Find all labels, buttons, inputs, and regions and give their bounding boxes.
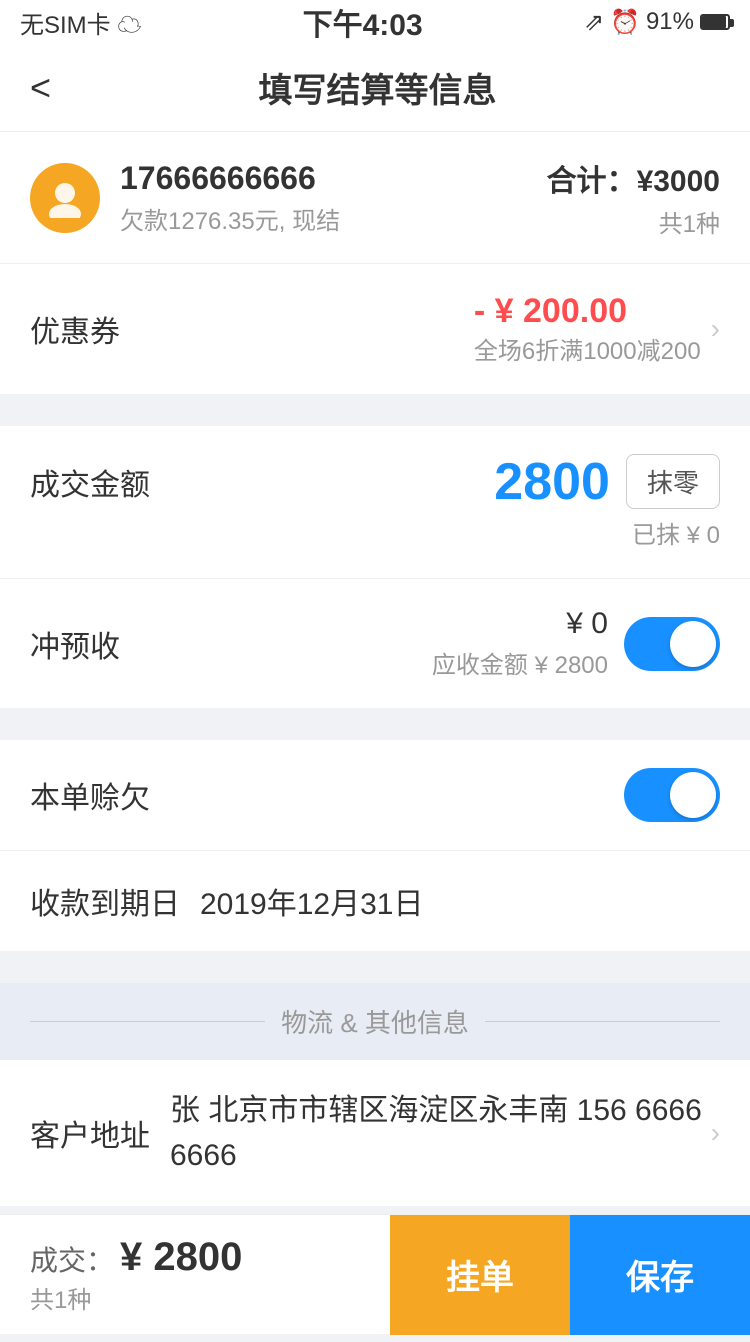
due-date-value: 2019年12月31日 [200, 879, 423, 923]
section-divider-2 [0, 724, 750, 740]
footer-amount: ¥ 2800 [120, 1235, 242, 1280]
status-left: 无SIM卡 ☁ [20, 5, 141, 40]
customer-debt: 欠款1276.35元, 现结 [120, 201, 547, 236]
customer-row: 17666666666 欠款1276.35元, 现结 合计：¥3000 共1种 [0, 132, 750, 264]
deal-amount-right: 2800 抹零 [494, 454, 720, 509]
coupon-label: 优惠券 [30, 307, 120, 351]
due-date-label: 收款到期日 [30, 879, 180, 923]
due-date-row: 收款到期日 2019年12月31日 [30, 879, 720, 923]
status-right: ⇗ ⏰ 91% [584, 8, 730, 37]
total-count: 共1种 [547, 204, 720, 239]
chevron-right-icon: › [711, 313, 720, 345]
back-button[interactable]: < [30, 67, 51, 109]
bad-debt-row: 本单赊欠 [30, 768, 720, 822]
coupon-amount: - ¥ 200.00 [474, 292, 701, 331]
deal-amount-sub: 已抹 ¥ 0 [30, 515, 720, 550]
avatar [30, 163, 100, 233]
bad-debt-label: 本单赊欠 [30, 773, 150, 817]
prepay-toggle[interactable] [624, 617, 720, 671]
status-time: 下午4:03 [303, 0, 423, 44]
address-label: 客户地址 [30, 1111, 150, 1155]
footer-deal-row: 成交： ¥ 2800 [30, 1235, 360, 1280]
bad-debt-toggle-knob [670, 772, 716, 818]
deal-amount-number: 2800 [494, 456, 610, 508]
customer-card: 17666666666 欠款1276.35元, 现结 合计：¥3000 共1种 … [0, 132, 750, 394]
prepay-amount: ¥ 0 [432, 607, 608, 641]
section-divider-1 [0, 410, 750, 426]
coupon-right: - ¥ 200.00 全场6折满1000减200 › [474, 292, 720, 366]
logistics-line-right [485, 1021, 720, 1022]
prepay-section: 冲预收 ¥ 0 应收金额 ¥ 2800 [0, 578, 750, 708]
customer-phone: 17666666666 [120, 160, 547, 197]
nav-bar: < 填写结算等信息 [0, 44, 750, 132]
page-title: 填写结算等信息 [71, 63, 684, 112]
bad-debt-card: 本单赊欠 收款到期日 2019年12月31日 [0, 740, 750, 951]
battery-text: 91% [646, 8, 694, 36]
round-button[interactable]: 抹零 [626, 454, 720, 509]
deal-amount-section: 成交金额 2800 抹零 已抹 ¥ 0 [0, 426, 750, 578]
deal-amount-row: 成交金额 2800 抹零 [30, 454, 720, 509]
location-icon: ⇗ [584, 8, 604, 37]
footer: 成交： ¥ 2800 共1种 挂单 保存 [0, 1214, 750, 1334]
address-text: 张 北京市市辖区海淀区永丰南 156 6666 6666 [170, 1088, 711, 1178]
customer-info: 17666666666 欠款1276.35元, 现结 [120, 160, 547, 236]
prepay-row: 冲预收 ¥ 0 应收金额 ¥ 2800 [30, 607, 720, 680]
prepay-label: 冲预收 [30, 622, 120, 666]
bad-debt-section: 本单赊欠 [0, 740, 750, 850]
logistics-line-left [30, 1021, 265, 1022]
customer-total: 合计：¥3000 共1种 [547, 156, 720, 239]
save-button[interactable]: 保存 [570, 1215, 750, 1335]
bad-debt-toggle[interactable] [624, 768, 720, 822]
toggle-knob [670, 621, 716, 667]
prepay-sub: 应收金额 ¥ 2800 [432, 645, 608, 680]
hang-order-button[interactable]: 挂单 [390, 1215, 570, 1335]
section-divider-3 [0, 967, 750, 983]
footer-deal-label: 成交： [30, 1239, 114, 1279]
deal-amount-card: 成交金额 2800 抹零 已抹 ¥ 0 冲预收 ¥ 0 应收金额 ¥ 2800 [0, 426, 750, 708]
total-amount: 合计：¥3000 [547, 156, 720, 200]
footer-summary: 成交： ¥ 2800 共1种 [0, 1235, 390, 1315]
footer-count: 共1种 [30, 1280, 360, 1315]
coupon-row[interactable]: 优惠券 - ¥ 200.00 全场6折满1000减200 › [0, 264, 750, 394]
prepay-right: ¥ 0 应收金额 ¥ 2800 [432, 607, 720, 680]
deal-amount-label: 成交金额 [30, 460, 150, 504]
clock-icon: ⏰ [610, 8, 640, 37]
logistics-label: 物流 & 其他信息 [281, 1003, 469, 1040]
coupon-desc: 全场6折满1000减200 [474, 331, 701, 366]
prepay-amount-block: ¥ 0 应收金额 ¥ 2800 [432, 607, 608, 680]
logistics-header: 物流 & 其他信息 [0, 983, 750, 1060]
due-date-section: 收款到期日 2019年12月31日 [0, 850, 750, 951]
status-bar: 无SIM卡 ☁ 下午4:03 ⇗ ⏰ 91% [0, 0, 750, 44]
no-sim-text: 无SIM卡 ☁ [20, 5, 141, 40]
address-section[interactable]: 客户地址 张 北京市市辖区海淀区永丰南 156 6666 6666 › [0, 1060, 750, 1206]
address-chevron-icon: › [711, 1117, 720, 1149]
battery-icon [700, 14, 730, 30]
